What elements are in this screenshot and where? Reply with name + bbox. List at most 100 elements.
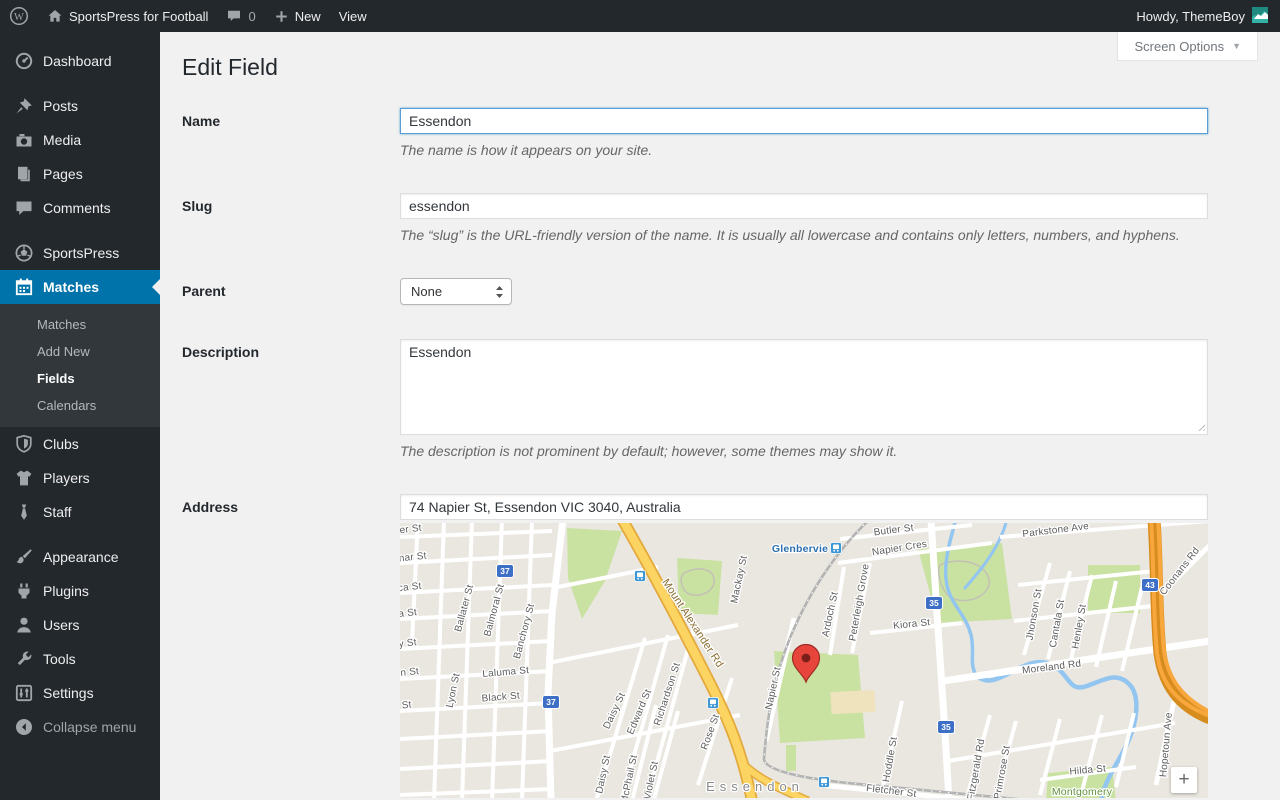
tie-icon [14, 502, 34, 522]
name-input[interactable] [400, 108, 1208, 134]
route-shield: 35 [938, 721, 955, 734]
pin-icon [14, 96, 34, 116]
comment-bubble-icon [226, 8, 242, 24]
sidebar-item-pages[interactable]: Pages [0, 157, 160, 191]
sidebar-item-label: Collapse menu [43, 717, 136, 737]
map-label: Glenbervie [772, 543, 828, 555]
sidebar-item-comments[interactable]: Comments [0, 191, 160, 225]
comments-indicator[interactable]: 0 [217, 0, 264, 32]
slug-input[interactable] [400, 193, 1208, 219]
chevron-down-icon: ▼ [1232, 41, 1241, 51]
menu-separator [0, 225, 160, 236]
admin-sidebar: Dashboard Posts Media Pages Comments SportsPr… [0, 32, 160, 800]
new-label: New [295, 9, 321, 24]
new-content-button[interactable]: New [265, 0, 330, 32]
menu-separator [0, 78, 160, 89]
name-help: The name is how it appears on your site. [400, 142, 1208, 159]
sidebar-item-sportspress[interactable]: SportsPress [0, 236, 160, 270]
map-label: Montgomery [1052, 786, 1113, 798]
media-icon [14, 130, 34, 150]
address-row: Address [182, 494, 1208, 798]
map-label: St [401, 700, 412, 712]
map-label: Essendon [706, 779, 804, 794]
select-stepper-icon [495, 285, 504, 299]
svg-text:43: 43 [1145, 580, 1155, 590]
dashboard-icon [14, 51, 34, 71]
description-textarea[interactable] [400, 339, 1208, 435]
route-shield: 35 [926, 597, 943, 610]
view-link[interactable]: View [330, 0, 376, 32]
sidebar-item-label: SportsPress [43, 243, 119, 263]
route-shield: 43 [1142, 579, 1159, 592]
sidebar-item-matches[interactable]: Matches [0, 270, 160, 304]
comments-count: 0 [248, 9, 255, 24]
svg-text:35: 35 [941, 722, 951, 732]
train-station-icon[interactable] [708, 698, 719, 709]
parent-select-value: None [411, 284, 442, 299]
svg-text:37: 37 [500, 566, 510, 576]
user-icon [14, 615, 34, 635]
sidebar-item-dashboard[interactable]: Dashboard [0, 44, 160, 78]
map-zoom-in-button[interactable]: + [1171, 767, 1197, 793]
wrench-icon [14, 649, 34, 669]
avatar [1252, 7, 1268, 26]
screen-options-button[interactable]: Screen Options ▼ [1117, 32, 1258, 61]
sidebar-item-posts[interactable]: Posts [0, 89, 160, 123]
submenu-matches: MatchesAdd NewFieldsCalendars [0, 304, 160, 427]
map-canvas: 3737353543er Stnar Stca Sta Sty Stn StSt… [400, 523, 1208, 798]
slug-help: The “slug” is the URL-friendly version o… [400, 227, 1208, 244]
sidebar-item-staff[interactable]: Staff [0, 495, 160, 529]
site-name-link[interactable]: SportsPress for Football [38, 0, 217, 32]
account-menu[interactable]: Howdy, ThemeBoy [1136, 0, 1280, 32]
train-station-icon[interactable] [635, 571, 646, 582]
sidebar-subitem-fields[interactable]: Fields [0, 365, 160, 392]
parent-label: Parent [182, 278, 400, 305]
sidebar-item-tools[interactable]: Tools [0, 642, 160, 676]
train-station-icon[interactable] [831, 543, 842, 554]
description-help: The description is not prominent by defa… [400, 443, 1208, 460]
soccer-ball-icon [14, 243, 34, 263]
sidebar-item-label: Posts [43, 96, 78, 116]
wordpress-menu-button[interactable]: W [0, 0, 38, 32]
slug-label: Slug [182, 193, 400, 244]
sidebar-subitem-add-new[interactable]: Add New [0, 338, 160, 365]
collapse-icon [14, 717, 34, 737]
sidebar-item-players[interactable]: Players [0, 461, 160, 495]
pages-icon [14, 164, 34, 184]
sidebar-item-label: Appearance [43, 547, 119, 567]
map-label: y St [400, 637, 417, 650]
view-label: View [339, 9, 367, 24]
wordpress-logo-icon: W [9, 6, 29, 26]
sidebar-item-label: Comments [43, 198, 111, 218]
sidebar-item-collapse[interactable]: Collapse menu [0, 710, 160, 744]
sidebar-item-users[interactable]: Users [0, 608, 160, 642]
sidebar-subitem-matches[interactable]: Matches [0, 311, 160, 338]
sidebar-item-label: Users [43, 615, 80, 635]
google-map[interactable]: 3737353543er Stnar Stca Sta Sty Stn StSt… [400, 523, 1208, 798]
map-label: a St [400, 607, 418, 620]
name-row: Name The name is how it appears on your … [182, 108, 1208, 159]
svg-text:W: W [14, 12, 24, 23]
sidebar-subitem-calendars[interactable]: Calendars [0, 392, 160, 419]
address-input[interactable] [400, 494, 1208, 520]
address-label: Address [182, 494, 400, 798]
map-label: n St [400, 666, 420, 679]
sidebar-item-label: Media [43, 130, 81, 150]
comment-icon [14, 198, 34, 218]
calendar-icon [14, 277, 34, 297]
sidebar-item-appearance[interactable]: Appearance [0, 540, 160, 574]
sidebar-item-label: Tools [43, 649, 76, 669]
sidebar-item-settings[interactable]: Settings [0, 676, 160, 710]
sidebar-item-label: Staff [43, 502, 72, 522]
svg-text:37: 37 [546, 697, 556, 707]
sidebar-item-media[interactable]: Media [0, 123, 160, 157]
parent-select[interactable]: None [400, 278, 512, 305]
train-station-icon[interactable] [819, 777, 830, 788]
main-content: Edit Field Name The name is how it appea… [160, 32, 1280, 800]
sidebar-item-label: Dashboard [43, 51, 112, 71]
jersey-icon [14, 468, 34, 488]
slug-row: Slug The “slug” is the URL-friendly vers… [182, 193, 1208, 244]
sidebar-item-plugins[interactable]: Plugins [0, 574, 160, 608]
sidebar-item-clubs[interactable]: Clubs [0, 427, 160, 461]
plus-icon [274, 9, 289, 24]
